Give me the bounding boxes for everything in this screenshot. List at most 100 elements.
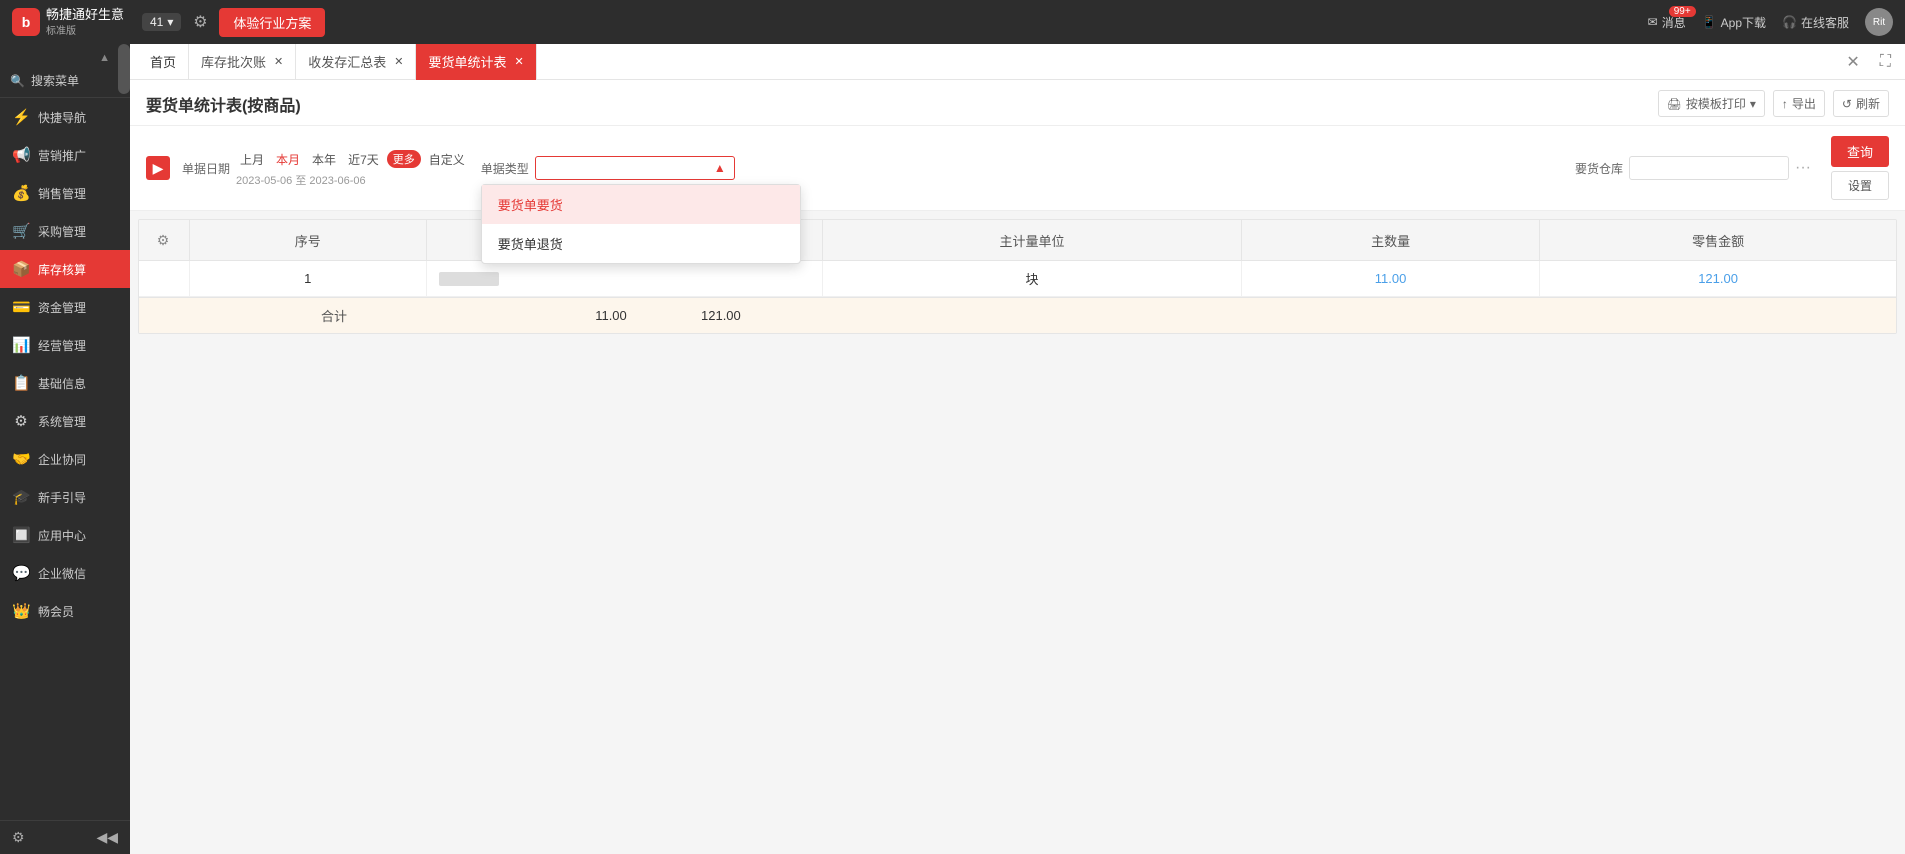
col-unit-header: 主计量单位 — [822, 220, 1241, 261]
sidebar-item-member[interactable]: 👑 畅会员 — [0, 592, 130, 630]
headset-icon: 🎧 — [1782, 15, 1797, 29]
date-btn-more[interactable]: 更多 — [387, 150, 421, 168]
tab-inventory-batch[interactable]: 库存批次账 ✕ — [189, 44, 296, 80]
sidebar-item-label: 企业协同 — [38, 451, 86, 468]
date-filter-options: 上月 本月 本年 近7天 更多 自定义 2023-05-06 至 2023-06… — [236, 149, 469, 188]
tab-bar: 首页 库存批次账 ✕ 收发存汇总表 ✕ 要货单统计表 ✕ ✕ ⛶ — [130, 44, 1905, 80]
sidebar-item-label: 企业微信 — [38, 565, 86, 582]
sidebar-search-label: 搜索菜单 — [31, 72, 79, 89]
tab-inventory-batch-close[interactable]: ✕ — [274, 55, 283, 68]
warehouse-filter-label: 要货仓库 — [1575, 160, 1623, 177]
query-button[interactable]: 查询 — [1831, 136, 1889, 167]
sidebar-top-collapse[interactable]: ▲ — [99, 52, 110, 64]
export-button[interactable]: ↑ 导出 — [1773, 90, 1825, 117]
date-btn-this-month[interactable]: 本月 — [272, 149, 304, 170]
row-main-qty-cell: 11.00 — [1242, 261, 1540, 297]
print-chevron-icon: ▾ — [1750, 97, 1756, 111]
export-icon: ↑ — [1782, 97, 1788, 111]
app-download-button[interactable]: 📱 App下载 — [1702, 14, 1766, 31]
sidebar-item-purchase[interactable]: 🛒 采购管理 — [0, 212, 130, 250]
tab-close-all-icon[interactable]: ✕ — [1840, 52, 1865, 72]
topbar: b 畅捷通好生意 标准版 41 ▾ ⚙ 体验行业方案 ✉ 消息 99+ 📱 Ap… — [0, 0, 1905, 44]
sidebar-settings-icon[interactable]: ⚙ — [12, 829, 25, 846]
dropdown-item-order-return[interactable]: 要货单退货 — [482, 224, 800, 263]
sidebar-item-label: 采购管理 — [38, 223, 86, 240]
main-qty-link[interactable]: 11.00 — [1375, 271, 1407, 286]
dropdown-item-label: 要货单退货 — [498, 237, 563, 252]
type-filter-group: 单据类型 ▲ 要货单要货 要货单退货 — [481, 156, 735, 180]
settings-icon[interactable]: ⚙ — [189, 11, 211, 33]
sidebar-search[interactable]: 🔍 搜索菜单 — [0, 64, 130, 98]
filter-expand-button[interactable]: ▶ — [146, 156, 170, 180]
trial-button[interactable]: 体验行业方案 — [219, 8, 325, 37]
marketing-icon: 📢 — [12, 146, 30, 164]
print-label: 按模板打印 — [1686, 95, 1746, 112]
tab-receivable-summary[interactable]: 收发存汇总表 ✕ — [296, 44, 416, 80]
col-gear: ⚙ — [139, 220, 189, 261]
purchase-icon: 🛒 — [12, 222, 30, 240]
sidebar-item-inventory[interactable]: 📦 库存核算 — [0, 250, 130, 288]
warehouse-input[interactable] — [1629, 156, 1789, 180]
table-container: ⚙ 序号 商品 主计量单位 主数量 零售金额 1 — [138, 219, 1897, 334]
table-gear-icon[interactable]: ⚙ — [151, 228, 175, 252]
online-service-button[interactable]: 🎧 在线客服 — [1782, 14, 1849, 31]
sidebar-item-label: 新手引导 — [38, 489, 86, 506]
sidebar-item-label: 应用中心 — [38, 527, 86, 544]
tab-order-summary-close[interactable]: ✕ — [515, 55, 524, 68]
sidebar-item-base[interactable]: 📋 基础信息 — [0, 364, 130, 402]
dropdown-item-label: 要货单要货 — [498, 198, 563, 213]
date-btn-this-year[interactable]: 本年 — [308, 149, 340, 170]
sidebar-item-enterprise[interactable]: 🤝 企业协同 — [0, 440, 130, 478]
warehouse-more-icon[interactable]: ··· — [1795, 159, 1811, 177]
message-badge: 99+ — [1669, 6, 1696, 17]
app-download-icon: 📱 — [1702, 15, 1717, 29]
sales-icon: 💰 — [12, 184, 30, 202]
dropdown-item-order-purchase[interactable]: 要货单要货 — [482, 185, 800, 224]
store-chevron-icon: ▾ — [167, 15, 173, 29]
date-btn-custom[interactable]: 自定义 — [425, 149, 469, 170]
sidebar-item-quick-nav[interactable]: ⚡ 快捷导航 — [0, 98, 130, 136]
sidebar-item-app-center[interactable]: 🔲 应用中心 — [0, 516, 130, 554]
type-filter-label: 单据类型 — [481, 160, 529, 177]
type-selector-input[interactable]: ▲ — [535, 156, 735, 180]
col-row-num-header: 序号 — [189, 220, 427, 261]
sidebar-item-marketing[interactable]: 📢 营销推广 — [0, 136, 130, 174]
sidebar: ▲ 🔍 搜索菜单 ⚡ 快捷导航 📢 营销推广 💰 销售管理 🛒 采购管理 📦 库… — [0, 44, 130, 854]
user-avatar[interactable]: Rit — [1865, 8, 1893, 36]
row-num-cell: 1 — [189, 261, 427, 297]
quick-nav-icon: ⚡ — [12, 108, 30, 126]
brand-name: 畅捷通好生意 — [46, 7, 124, 23]
wechat-icon: 💬 — [12, 564, 30, 582]
refresh-button[interactable]: ↺ 刷新 — [1833, 90, 1889, 117]
sidebar-item-label: 营销推广 — [38, 147, 86, 164]
sidebar-item-sales[interactable]: 💰 销售管理 — [0, 174, 130, 212]
sidebar-item-system[interactable]: ⚙ 系统管理 — [0, 402, 130, 440]
sidebar-item-label: 基础信息 — [38, 375, 86, 392]
operation-icon: 📊 — [12, 336, 30, 354]
date-btn-last-month[interactable]: 上月 — [236, 149, 268, 170]
setting-button[interactable]: 设置 — [1831, 171, 1889, 200]
sidebar-item-finance[interactable]: 💳 资金管理 — [0, 288, 130, 326]
type-dropdown: 要货单要货 要货单退货 — [481, 184, 801, 264]
tab-order-summary[interactable]: 要货单统计表 ✕ — [416, 44, 536, 80]
print-button[interactable]: 🖨 按模板打印 ▾ — [1658, 90, 1765, 117]
row-unit-cell: 块 — [822, 261, 1241, 297]
content-area: 首页 库存批次账 ✕ 收发存汇总表 ✕ 要货单统计表 ✕ ✕ ⛶ 要 — [130, 44, 1905, 854]
sidebar-item-label: 资金管理 — [38, 299, 86, 316]
footer-retail-amount: 121.00 — [701, 308, 741, 323]
sidebar-item-guide[interactable]: 🎓 新手引导 — [0, 478, 130, 516]
print-icon: 🖨 — [1667, 97, 1682, 111]
retail-amount-link[interactable]: 121.00 — [1698, 271, 1738, 286]
page-header: 要货单统计表(按商品) 🖨 按模板打印 ▾ ↑ 导出 ↺ 刷新 — [130, 80, 1905, 126]
sidebar-collapse-icon[interactable]: ◀◀ — [96, 829, 118, 846]
tab-home[interactable]: 首页 — [138, 44, 189, 80]
tab-inventory-batch-label: 库存批次账 — [201, 52, 266, 71]
date-btn-last-7-days[interactable]: 近7天 — [344, 149, 383, 170]
store-selector[interactable]: 41 ▾ — [142, 13, 181, 31]
topbar-right: ✉ 消息 99+ 📱 App下载 🎧 在线客服 Rit — [1648, 8, 1893, 36]
sidebar-item-wechat[interactable]: 💬 企业微信 — [0, 554, 130, 592]
messages-button[interactable]: ✉ 消息 99+ — [1648, 14, 1686, 31]
tab-expand-icon[interactable]: ⛶ — [1874, 53, 1897, 71]
tab-receivable-summary-close[interactable]: ✕ — [394, 55, 403, 68]
sidebar-item-operation[interactable]: 📊 经营管理 — [0, 326, 130, 364]
